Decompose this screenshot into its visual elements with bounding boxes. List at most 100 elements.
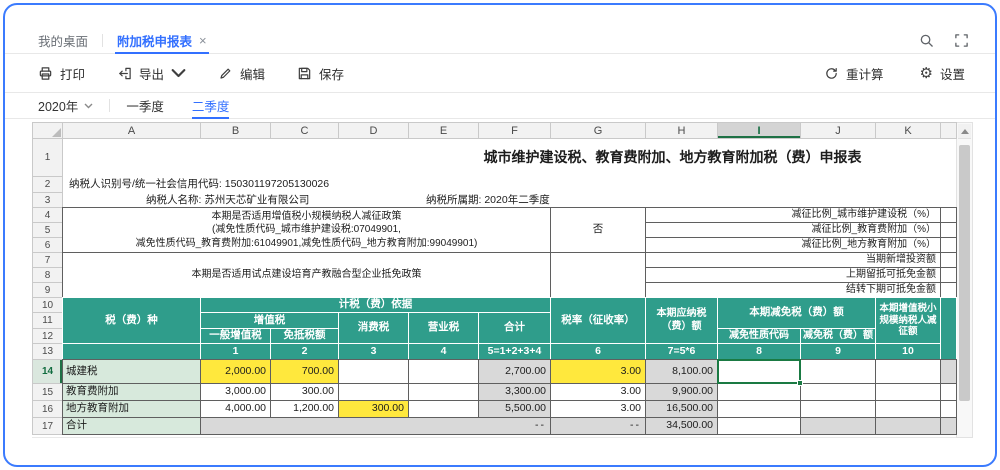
grid-cell[interactable]: 免抵税额 bbox=[270, 328, 339, 344]
grid-cell[interactable]: 300.00 bbox=[270, 383, 339, 401]
grid-cell[interactable]: 消费税 bbox=[338, 312, 409, 344]
row-header-13[interactable]: 13 bbox=[32, 343, 63, 360]
grid-cell[interactable] bbox=[940, 222, 957, 238]
column-header-D[interactable]: D bbox=[338, 122, 409, 139]
grid-cell[interactable]: 本期应纳税（费）额 bbox=[645, 297, 718, 344]
export-button[interactable]: 导出 bbox=[117, 64, 186, 83]
grid-cell[interactable]: 增值税 bbox=[200, 312, 339, 329]
grid-cell[interactable]: 减免性质代码 bbox=[717, 328, 801, 344]
edit-button[interactable]: 编辑 bbox=[218, 64, 265, 83]
grid-cell[interactable] bbox=[408, 359, 479, 384]
fill-handle[interactable] bbox=[797, 380, 803, 386]
row-header-8[interactable]: 8 bbox=[32, 267, 63, 283]
grid-cell[interactable] bbox=[550, 252, 646, 298]
row-header-17[interactable]: 17 bbox=[32, 417, 63, 435]
row-header-6[interactable]: 6 bbox=[32, 237, 63, 253]
grid-cell[interactable] bbox=[717, 383, 801, 401]
grid-cell[interactable]: 税率（征收率） bbox=[550, 297, 646, 344]
row-header-10[interactable]: 10 bbox=[32, 297, 63, 313]
grid-cell[interactable] bbox=[940, 400, 957, 418]
grid-cell[interactable]: 7=5*6 bbox=[645, 343, 718, 360]
row-header-3[interactable]: 3 bbox=[32, 192, 63, 208]
row-header-16[interactable]: 16 bbox=[32, 400, 63, 418]
row-header-15[interactable]: 15 bbox=[32, 383, 63, 401]
column-header-F[interactable]: F bbox=[478, 122, 551, 139]
column-header-A[interactable]: A bbox=[62, 122, 201, 139]
save-button[interactable]: 保存 bbox=[297, 64, 344, 83]
year-select[interactable]: 2020年 bbox=[38, 96, 93, 115]
grid-cell[interactable] bbox=[875, 383, 941, 401]
grid-cell[interactable]: 一般增值税 bbox=[200, 328, 271, 344]
grid-cell[interactable] bbox=[940, 207, 957, 223]
grid-cell[interactable]: 9 bbox=[800, 343, 876, 360]
grid-cell[interactable]: 城建税 bbox=[62, 359, 201, 384]
fullscreen-icon[interactable] bbox=[954, 33, 969, 48]
grid-cell[interactable] bbox=[800, 383, 876, 401]
grid-cell[interactable]: 地方教育附加 bbox=[62, 400, 201, 418]
grid-cell[interactable] bbox=[800, 359, 876, 384]
grid-cell[interactable]: -- bbox=[200, 417, 551, 435]
grid-cell[interactable] bbox=[338, 383, 409, 401]
grid-cell[interactable] bbox=[940, 252, 957, 268]
tab-surtax-declaration[interactable]: 附加税申报表 × bbox=[117, 28, 207, 53]
grid-cell[interactable]: 3 bbox=[338, 343, 409, 360]
select-all-corner[interactable] bbox=[32, 122, 63, 139]
grid-cell[interactable] bbox=[940, 297, 957, 360]
grid-cell[interactable]: 营业税 bbox=[408, 312, 479, 344]
grid-cell[interactable] bbox=[940, 282, 957, 298]
grid-cell[interactable] bbox=[717, 400, 801, 418]
grid-cell[interactable]: 减征比例_城市维护建设税（%） bbox=[645, 207, 941, 223]
grid-cell[interactable] bbox=[408, 383, 479, 401]
grid-cell[interactable]: 16,500.00 bbox=[645, 400, 718, 418]
grid-cell[interactable]: 本期是否适用试点建设培育产教融合型企业抵免政策 bbox=[62, 252, 551, 298]
tab-quarter-1[interactable]: 一季度 bbox=[126, 93, 164, 118]
grid-cell[interactable]: 5,500.00 bbox=[478, 400, 551, 418]
grid-cell[interactable] bbox=[875, 359, 941, 384]
grid-cell[interactable] bbox=[940, 237, 957, 253]
grid-cell[interactable] bbox=[408, 400, 479, 418]
grid-cell[interactable]: 5=1+2+3+4 bbox=[478, 343, 551, 360]
grid-cell[interactable]: 2,700.00 bbox=[478, 359, 551, 384]
grid-cell[interactable] bbox=[800, 400, 876, 418]
grid-cell[interactable] bbox=[800, 417, 876, 435]
column-header-H[interactable]: H bbox=[645, 122, 718, 139]
grid-cell[interactable] bbox=[940, 417, 957, 435]
grid-cell[interactable] bbox=[717, 417, 801, 435]
grid-cell[interactable]: 本期是否适用增值税小规模纳税人减征政策 (减免性质代码_城市维护建设税:0704… bbox=[62, 207, 551, 253]
grid-cell[interactable] bbox=[717, 359, 801, 384]
grid-cell[interactable]: -- bbox=[550, 417, 646, 435]
grid-cell[interactable]: 10 bbox=[875, 343, 941, 360]
recalculate-button[interactable]: 重计算 bbox=[824, 64, 884, 83]
grid-cell[interactable]: 减征比例_教育费附加（%） bbox=[645, 222, 941, 238]
row-header-12[interactable]: 12 bbox=[32, 328, 63, 344]
vertical-scrollbar[interactable] bbox=[956, 122, 973, 438]
print-button[interactable]: 打印 bbox=[38, 64, 85, 83]
grid-cell[interactable]: 3,000.00 bbox=[200, 383, 271, 401]
column-header-C[interactable]: C bbox=[270, 122, 339, 139]
column-header-G[interactable]: G bbox=[550, 122, 646, 139]
grid-cell[interactable]: 税（费）种 bbox=[62, 297, 201, 344]
grid-cell[interactable]: 城市维护建设税、教育费附加、地方教育附加税（费）申报表 bbox=[400, 138, 945, 177]
grid-cell[interactable] bbox=[940, 383, 957, 401]
grid-cell[interactable]: 合计 bbox=[478, 312, 551, 344]
row-header-4[interactable]: 4 bbox=[32, 207, 63, 223]
grid-cell[interactable]: 2 bbox=[270, 343, 339, 360]
tab-my-desktop[interactable]: 我的桌面 bbox=[38, 28, 88, 53]
grid-cell[interactable]: 当期新增投资额 bbox=[645, 252, 941, 268]
grid-cell[interactable]: 结转下期可抵免金额 bbox=[645, 282, 941, 298]
grid-cell[interactable] bbox=[62, 343, 201, 360]
grid-cell[interactable]: 1 bbox=[200, 343, 271, 360]
scroll-up-arrow-icon[interactable] bbox=[958, 124, 971, 139]
grid-cell[interactable]: 6 bbox=[550, 343, 646, 360]
grid-cell[interactable]: 3.00 bbox=[550, 359, 646, 384]
search-icon[interactable] bbox=[919, 33, 934, 48]
grid-cell[interactable]: 8,100.00 bbox=[645, 359, 718, 384]
row-header-5[interactable]: 5 bbox=[32, 222, 63, 238]
grid-cell[interactable]: 9,900.00 bbox=[645, 383, 718, 401]
grid-cell[interactable]: 3.00 bbox=[550, 383, 646, 401]
grid-cell[interactable]: 纳税人识别号/统一社会信用代码: 150301197205130026 bbox=[66, 176, 561, 193]
grid-cell[interactable] bbox=[875, 417, 941, 435]
scrollbar-thumb[interactable] bbox=[959, 145, 970, 401]
row-header-14[interactable]: 14 bbox=[32, 359, 63, 384]
grid-cell[interactable]: 否 bbox=[550, 207, 646, 253]
